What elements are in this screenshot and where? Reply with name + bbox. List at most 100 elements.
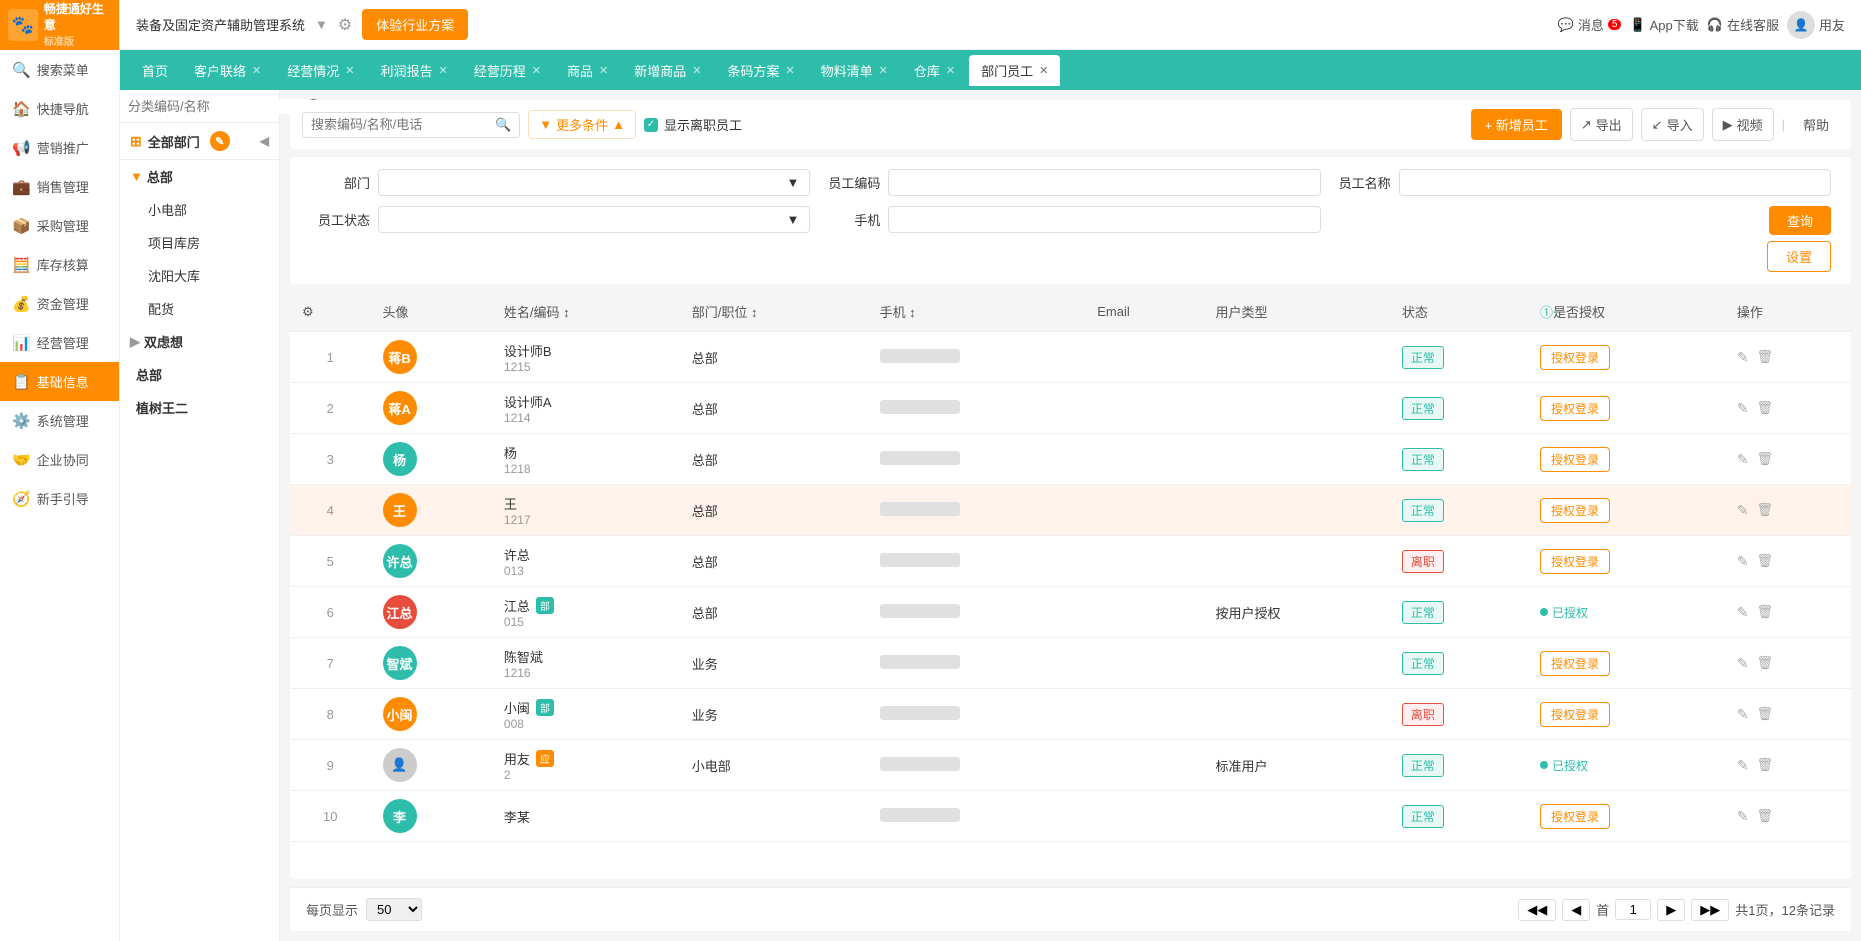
delete-icon[interactable]: 🗑 (1757, 400, 1774, 416)
tree-item-delivery[interactable]: 配货 (120, 292, 279, 325)
sidebar-item-operations[interactable]: 📊 经营管理 (0, 323, 119, 362)
sidebar-item-guide[interactable]: 🧭 新手引导 (0, 479, 119, 518)
tab-close-history[interactable]: ✕ (532, 64, 541, 77)
view-btn[interactable]: ▶ 视频 (1712, 108, 1774, 141)
dept-select[interactable]: ▼ (378, 169, 810, 196)
delete-icon[interactable]: 🗑 (1757, 706, 1774, 722)
tab-profit[interactable]: 利润报告 ✕ (368, 55, 459, 86)
tree-root-label[interactable]: 全部部门 (148, 132, 200, 151)
first-page-btn[interactable]: ◀◀ (1518, 899, 1556, 921)
auth-btn[interactable]: 授权登录 (1540, 702, 1610, 727)
tab-close-goods[interactable]: ✕ (599, 64, 608, 77)
last-page-btn[interactable]: ▶▶ (1691, 899, 1729, 921)
auth-btn[interactable]: 授权登录 (1540, 396, 1610, 421)
sidebar-item-search[interactable]: 🔍 搜索菜单 (0, 50, 119, 89)
tab-close-barcode[interactable]: ✕ (785, 64, 794, 77)
auth-btn[interactable]: 授权登录 (1540, 804, 1610, 829)
import-btn[interactable]: ↙ 导入 (1641, 108, 1704, 141)
tab-close-dept-staff[interactable]: ✕ (1039, 64, 1048, 77)
experience-btn[interactable]: 体验行业方案 (362, 9, 468, 40)
sidebar-item-finance[interactable]: 💰 资金管理 (0, 284, 119, 323)
tab-goods[interactable]: 商品 ✕ (555, 55, 620, 86)
page-number-input[interactable] (1615, 899, 1651, 920)
tab-close-warehouse[interactable]: ✕ (946, 64, 955, 77)
emp-code-input[interactable] (888, 169, 1320, 196)
online-service-action[interactable]: 🎧 在线客服 (1707, 15, 1779, 34)
delete-icon[interactable]: 🗑 (1757, 808, 1774, 824)
add-employee-btn[interactable]: + 新增员工 (1471, 109, 1562, 140)
more-filters-btn[interactable]: ▼ 更多条件 ▲ (528, 110, 636, 139)
auth-btn[interactable]: 授权登录 (1540, 651, 1610, 676)
next-page-btn[interactable]: ▶ (1657, 899, 1685, 921)
tree-item-double-thought[interactable]: ▶ 双虑想 (120, 325, 279, 358)
edit-icon[interactable]: ✎ (1737, 553, 1749, 570)
tab-warehouse[interactable]: 仓库 ✕ (902, 55, 967, 86)
messages-action[interactable]: 💬 消息 5 (1558, 15, 1622, 34)
tree-item-general[interactable]: ▼ 总部 (120, 160, 279, 193)
prev-page-btn[interactable]: ◀ (1562, 899, 1590, 921)
tab-close-profit[interactable]: ✕ (439, 64, 448, 77)
query-btn[interactable]: 查询 (1769, 206, 1831, 235)
collapse-tree-btn[interactable]: ◀ (260, 134, 269, 148)
set-btn[interactable]: 设置 (1767, 241, 1831, 272)
sidebar-item-inventory[interactable]: 🧮 库存核算 (0, 245, 119, 284)
tab-customer[interactable]: 客户联络 ✕ (182, 55, 273, 86)
app-download-action[interactable]: 📱 App下载 (1629, 15, 1698, 34)
tab-barcode[interactable]: 条码方案 ✕ (715, 55, 806, 86)
delete-icon[interactable]: 🗑 (1757, 655, 1774, 671)
search-icon[interactable]: 🔍 (495, 117, 511, 133)
sidebar-item-basic[interactable]: 📋 基础信息 (0, 362, 119, 401)
tab-dept-staff[interactable]: 部门员工 ✕ (969, 55, 1060, 86)
help-btn[interactable]: 帮助 (1793, 109, 1839, 140)
sidebar-item-marketing[interactable]: 📢 营销推广 (0, 128, 119, 167)
auth-btn[interactable]: 授权登录 (1540, 498, 1610, 523)
auth-btn[interactable]: 授权登录 (1540, 549, 1610, 574)
tab-new-goods[interactable]: 新增商品 ✕ (622, 55, 713, 86)
sidebar-item-shortcut[interactable]: 🏠 快捷导航 (0, 89, 119, 128)
emp-name-input[interactable] (1399, 169, 1831, 196)
edit-icon[interactable]: ✎ (1737, 706, 1749, 723)
edit-icon[interactable]: ✎ (1737, 400, 1749, 417)
col-dept[interactable]: 部门/职位 ↕ (680, 292, 868, 332)
tree-search-input[interactable] (128, 99, 304, 114)
tree-item-hq[interactable]: 总部 (120, 358, 279, 391)
per-page-select[interactable]: 50 20 100 (366, 898, 422, 921)
delete-icon[interactable]: 🗑 (1757, 451, 1774, 467)
search-input[interactable] (311, 117, 491, 132)
delete-icon[interactable]: 🗑 (1757, 757, 1774, 773)
tab-close-materials[interactable]: ✕ (879, 64, 888, 77)
edit-icon[interactable]: ✎ (1737, 604, 1749, 621)
edit-icon[interactable]: ✎ (1737, 502, 1749, 519)
col-phone[interactable]: 手机 ↕ (868, 292, 1086, 332)
edit-tree-icon[interactable]: ✎ (210, 131, 230, 151)
sidebar-item-purchase[interactable]: 📦 采购管理 (0, 206, 119, 245)
sidebar-item-collab[interactable]: 🤝 企业协同 (0, 440, 119, 479)
auth-btn[interactable]: 授权登录 (1540, 447, 1610, 472)
settings-icon[interactable]: ⚙ (338, 15, 352, 35)
sidebar-item-sales[interactable]: 💼 销售管理 (0, 167, 119, 206)
delete-icon[interactable]: 🗑 (1757, 502, 1774, 518)
emp-status-select[interactable]: ▼ (378, 206, 810, 233)
delete-icon[interactable]: 🗑 (1757, 553, 1774, 569)
phone-input[interactable] (888, 206, 1320, 233)
tab-history[interactable]: 经营历程 ✕ (462, 55, 553, 86)
tab-home[interactable]: 首页 (130, 55, 180, 86)
edit-icon[interactable]: ✎ (1737, 349, 1749, 366)
delete-icon[interactable]: 🗑 (1757, 604, 1774, 620)
auth-btn[interactable]: 授权登录 (1540, 345, 1610, 370)
show-resigned-checkbox[interactable]: ✓ 显示离职员工 (644, 115, 742, 134)
user-action[interactable]: 👤 用友 (1787, 11, 1845, 39)
col-name[interactable]: 姓名/编码 ↕ (492, 292, 680, 332)
edit-icon[interactable]: ✎ (1737, 808, 1749, 825)
tab-close-customer[interactable]: ✕ (252, 64, 261, 77)
sidebar-item-system[interactable]: ⚙️ 系统管理 (0, 401, 119, 440)
edit-icon[interactable]: ✎ (1737, 655, 1749, 672)
delete-icon[interactable]: 🗑 (1757, 349, 1774, 365)
tree-item-small-elec[interactable]: 小电部 (120, 193, 279, 226)
tab-close-new-goods[interactable]: ✕ (692, 64, 701, 77)
edit-icon[interactable]: ✎ (1737, 451, 1749, 468)
tab-operations[interactable]: 经营情况 ✕ (275, 55, 366, 86)
edit-icon[interactable]: ✎ (1737, 757, 1749, 774)
tab-materials[interactable]: 物料清单 ✕ (809, 55, 900, 86)
tree-item-project[interactable]: 项目库房 (120, 226, 279, 259)
